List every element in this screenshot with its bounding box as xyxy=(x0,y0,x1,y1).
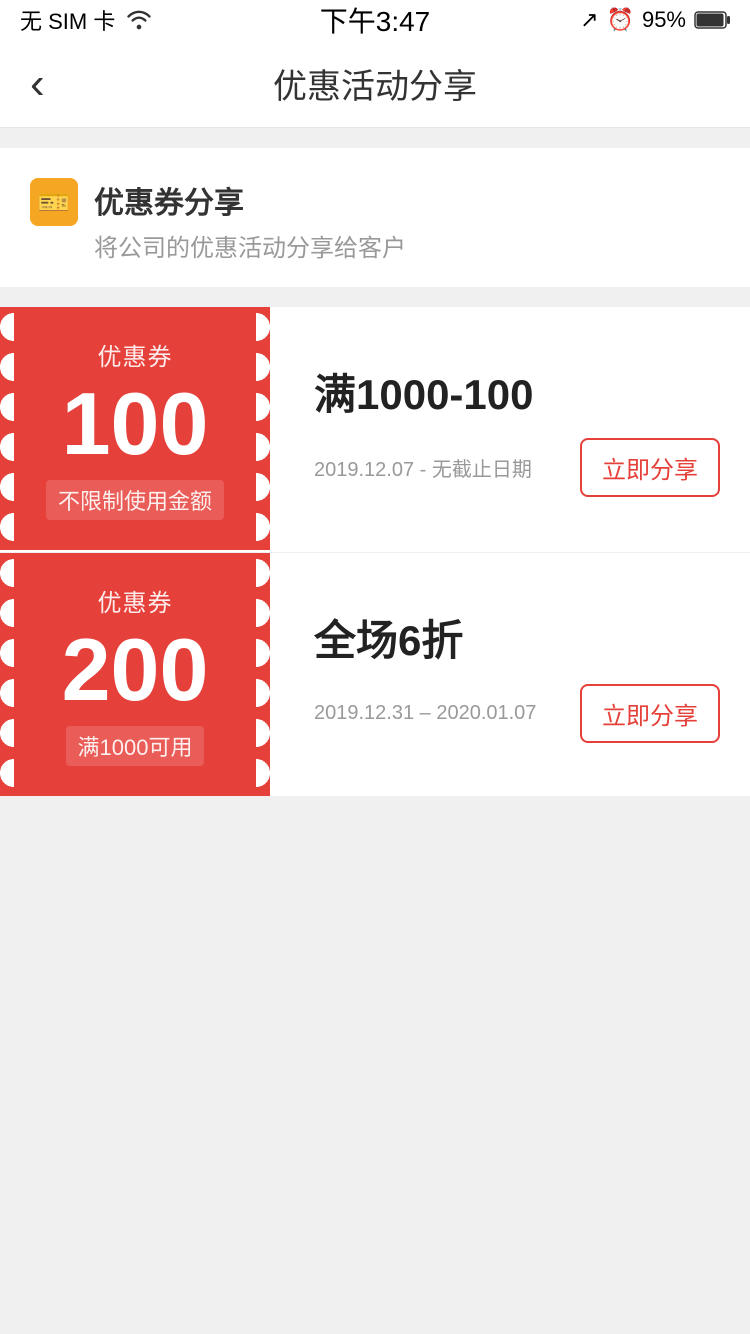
nav-bar: ‹ 优惠活动分享 xyxy=(0,40,750,128)
nav-title: 优惠活动分享 xyxy=(273,59,477,108)
coupon-condition-2: 满1000可用 xyxy=(66,726,205,766)
empty-area xyxy=(0,798,750,1298)
coupon-card-2: 优惠券 200 满1000可用 全场6折 2019.12.31 – 2020.0… xyxy=(0,552,750,796)
status-right: ↗ ⏰ 95% xyxy=(580,7,730,33)
coupon-left-1: 优惠券 100 不限制使用金额 xyxy=(0,307,270,550)
battery-icon xyxy=(694,11,730,29)
coupon-date-1: 2019.12.07 - 无截止日期 xyxy=(314,453,570,482)
alarm-icon: ⏰ xyxy=(607,7,634,33)
coupon-label-2: 优惠券 xyxy=(98,583,173,618)
share-button-2[interactable]: 立即分享 xyxy=(580,684,720,743)
section-icon: 🎫 xyxy=(30,178,78,226)
section-title: 优惠券分享 xyxy=(94,178,406,222)
wifi-icon xyxy=(125,10,153,30)
coupon-title-2: 全场6折 xyxy=(314,607,720,668)
coupon-right-1: 满1000-100 2019.12.07 - 无截止日期 立即分享 xyxy=(270,307,750,550)
section-subtitle: 将公司的优惠活动分享给客户 xyxy=(94,228,406,263)
status-left: 无 SIM 卡 xyxy=(20,4,153,36)
coupon-amount-2: 200 xyxy=(62,626,209,714)
back-button[interactable]: ‹ xyxy=(30,62,45,106)
coupon-footer-1: 2019.12.07 - 无截止日期 立即分享 xyxy=(314,438,720,497)
carrier-text: 无 SIM 卡 xyxy=(20,4,115,36)
coupon-left-2: 优惠券 200 满1000可用 xyxy=(0,553,270,796)
coupon-card-1: 优惠券 100 不限制使用金额 满1000-100 2019.12.07 - 无… xyxy=(0,307,750,550)
coupon-title-1: 满1000-100 xyxy=(314,361,720,422)
section-text: 优惠券分享 将公司的优惠活动分享给客户 xyxy=(94,178,406,263)
status-time: 下午3:47 xyxy=(320,0,431,40)
coupon-right-2: 全场6折 2019.12.31 – 2020.01.07 立即分享 xyxy=(270,553,750,796)
coupon-icon: 🎫 xyxy=(38,187,70,218)
coupon-condition-1: 不限制使用金额 xyxy=(46,480,224,520)
coupon-list: 优惠券 100 不限制使用金额 满1000-100 2019.12.07 - 无… xyxy=(0,307,750,796)
status-bar: 无 SIM 卡 下午3:47 ↗ ⏰ 95% xyxy=(0,0,750,40)
share-button-1[interactable]: 立即分享 xyxy=(580,438,720,497)
section-header: 🎫 优惠券分享 将公司的优惠活动分享给客户 xyxy=(0,148,750,287)
location-icon: ↗ xyxy=(580,7,598,33)
coupon-amount-1: 100 xyxy=(62,380,209,468)
back-icon: ‹ xyxy=(30,62,45,106)
coupon-label-1: 优惠券 xyxy=(98,337,173,372)
coupon-date-2: 2019.12.31 – 2020.01.07 xyxy=(314,702,570,725)
battery-percent: 95% xyxy=(642,7,686,33)
coupon-footer-2: 2019.12.31 – 2020.01.07 立即分享 xyxy=(314,684,720,743)
